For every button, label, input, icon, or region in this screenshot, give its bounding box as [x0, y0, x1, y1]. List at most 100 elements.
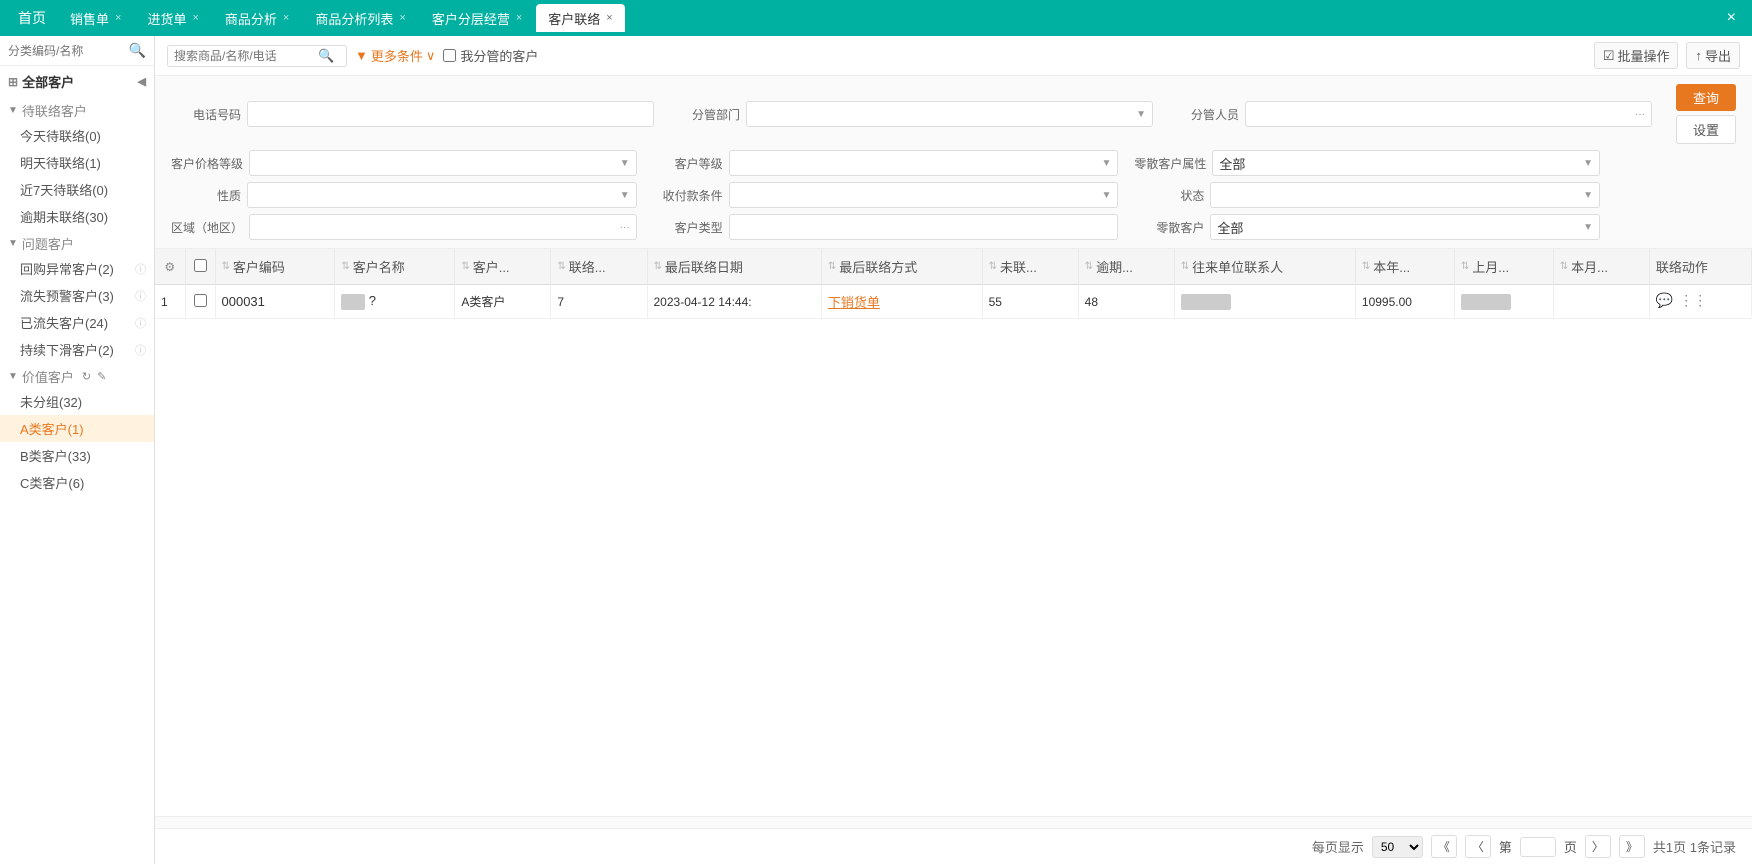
field-manager-input[interactable]: ··· — [1245, 101, 1652, 127]
tab-purchase[interactable]: 进货单 × — [135, 4, 210, 32]
row-last-month — [1454, 285, 1553, 319]
row-this-year: 10995.00 — [1355, 285, 1454, 319]
edit-icon[interactable]: ✎ — [97, 370, 106, 383]
my-customers-check[interactable] — [443, 49, 456, 62]
refresh-icon[interactable]: ↻ — [82, 370, 91, 383]
field-phone-input[interactable] — [247, 101, 654, 127]
tab-analysis[interactable]: 商品分析 × — [213, 4, 301, 32]
field-price-grade: 客户价格等级 ▼ — [171, 150, 637, 176]
more-action-icon[interactable]: ⋮⋮ — [1679, 292, 1707, 309]
close-tab-sales[interactable]: × — [115, 12, 121, 24]
tab-customer-contact[interactable]: 客户联络 × — [536, 4, 624, 32]
field-payment-select[interactable]: ▼ — [729, 182, 1119, 208]
per-page-select[interactable]: 50 20 100 — [1372, 836, 1423, 858]
col-sort-icon3[interactable]: ⇅ — [461, 261, 469, 272]
col-last-month: ⇅ 上月... — [1454, 249, 1553, 285]
col-sort-icon7[interactable]: ⇅ — [989, 261, 997, 272]
field-status-select[interactable]: ▼ — [1210, 182, 1600, 208]
field-nature-select[interactable]: ▼ — [247, 182, 637, 208]
col-sort-icon12[interactable]: ⇅ — [1560, 261, 1568, 272]
sidebar-item-overdue[interactable]: 逾期未联络(30) — [0, 203, 154, 230]
col-sort-icon4[interactable]: ⇅ — [557, 261, 565, 272]
field-cust-type-input[interactable] — [729, 214, 1119, 240]
main-search-icon[interactable]: 🔍 — [318, 48, 334, 64]
info-icon-2: ⓘ — [135, 315, 146, 331]
select-all-checkbox[interactable] — [194, 259, 207, 272]
all-customers-header[interactable]: ⊞ 全部客户 ◀ — [0, 66, 154, 97]
field-dept-select[interactable]: ▼ — [746, 101, 1153, 127]
field-phone: 电话号码 — [171, 101, 654, 127]
sidebar-item-churned[interactable]: 已流失客户(24) ⓘ — [0, 309, 154, 336]
sidebar-item-class-a[interactable]: A类客户(1) — [0, 415, 154, 442]
sidebar-search-icon[interactable]: 🔍 — [129, 42, 146, 59]
col-sort-icon6[interactable]: ⇅ — [828, 261, 836, 272]
close-tab-analysis-list[interactable]: × — [399, 12, 405, 24]
group-value-customers[interactable]: ▼ 价值客户 ↻ ✎ — [0, 363, 154, 388]
sidebar-item-7days[interactable]: 近7天待联络(0) — [0, 176, 154, 203]
horizontal-scrollbar[interactable] — [155, 816, 1752, 828]
close-tab-customer-segment[interactable]: × — [516, 12, 522, 24]
row-last-method[interactable]: 下销货单 — [821, 285, 982, 319]
field-nature-label: 性质 — [171, 187, 241, 204]
group-problem-customers[interactable]: ▼ 问题客户 — [0, 230, 154, 255]
page-number-input[interactable]: 1 — [1520, 837, 1556, 857]
settings-btn[interactable]: 设置 — [1676, 115, 1736, 144]
sidebar-item-repurchase[interactable]: 回购异常客户(2) ⓘ — [0, 255, 154, 282]
sidebar-item-class-c[interactable]: C类客户(6) — [0, 469, 154, 496]
tab-analysis-list[interactable]: 商品分析列表 × — [303, 4, 417, 32]
close-tab-analysis[interactable]: × — [283, 12, 289, 24]
sidebar-item-declining[interactable]: 持续下滑客户(2) ⓘ — [0, 336, 154, 363]
first-page-btn[interactable]: 《 — [1431, 835, 1457, 858]
col-sort-icon10[interactable]: ⇅ — [1362, 261, 1370, 272]
query-btn[interactable]: 查询 — [1676, 84, 1736, 111]
last-month-block — [1461, 294, 1511, 310]
more-filters-btn[interactable]: ▼ 更多条件 ∨ — [355, 46, 435, 65]
sidebar-item-class-b[interactable]: B类客户(33) — [0, 442, 154, 469]
batch-op-btn[interactable]: ☑ 批量操作 — [1594, 42, 1679, 69]
export-btn[interactable]: ↑ 导出 — [1686, 42, 1740, 69]
field-price-grade-select[interactable]: ▼ — [249, 150, 637, 176]
row-check[interactable] — [194, 294, 207, 307]
col-checkbox[interactable] — [185, 249, 215, 285]
arrow-icon8: ▼ — [1583, 222, 1593, 233]
sidebar-item-today[interactable]: 今天待联络(0) — [0, 122, 154, 149]
field-customer-grade-label: 客户等级 — [653, 155, 723, 172]
row-checkbox[interactable] — [185, 285, 215, 319]
home-tab[interactable]: 首页 — [8, 8, 56, 28]
col-sort-icon2[interactable]: ⇅ — [341, 261, 349, 272]
tab-sales[interactable]: 销售单 × — [58, 4, 133, 32]
col-sort-icon5[interactable]: ⇅ — [654, 261, 662, 272]
sidebar-item-tomorrow[interactable]: 明天待联络(1) — [0, 149, 154, 176]
next-page-btn[interactable]: 〉 — [1585, 835, 1611, 858]
sidebar-item-churn-warning[interactable]: 流失预警客户(3) ⓘ — [0, 282, 154, 309]
field-region-input[interactable]: ··· — [249, 214, 637, 240]
col-sort-icon[interactable]: ⇅ — [222, 261, 230, 272]
close-tab-purchase[interactable]: × — [192, 12, 198, 24]
main-search-input[interactable] — [174, 49, 314, 63]
col-settings[interactable]: ⚙ — [155, 249, 185, 285]
close-all-tabs[interactable]: × — [1719, 5, 1744, 31]
group-pending-contact[interactable]: ▼ 待联络客户 — [0, 97, 154, 122]
sidebar-search-input[interactable] — [8, 44, 125, 58]
my-customers-checkbox[interactable]: 我分管的客户 — [443, 46, 538, 65]
group-triangle-icon: ▼ — [8, 105, 18, 116]
sidebar-item-unclassified[interactable]: 未分组(32) — [0, 388, 154, 415]
col-name: ⇅ 客户名称 — [335, 249, 455, 285]
col-sort-icon11[interactable]: ⇅ — [1461, 261, 1469, 272]
last-page-btn[interactable]: 》 — [1619, 835, 1645, 858]
col-sort-icon8[interactable]: ⇅ — [1085, 261, 1093, 272]
toolbar-right: ☑ 批量操作 ↑ 导出 — [1594, 42, 1740, 69]
field-customer-grade-select[interactable]: ▼ — [729, 150, 1119, 176]
field-retail-cust-select[interactable]: 全部▼ — [1210, 214, 1600, 240]
col-sort-icon9[interactable]: ⇅ — [1181, 261, 1189, 272]
close-tab-customer-contact[interactable]: × — [606, 12, 612, 24]
filter-bar: 🔍 ▼ 更多条件 ∨ 我分管的客户 ☑ 批量操作 ↑ 导出 — [155, 36, 1752, 76]
tab-customer-segment[interactable]: 客户分层经营 × — [420, 4, 534, 32]
chat-icon[interactable]: 💬 — [1656, 292, 1673, 309]
field-retail-attr-select[interactable]: 全部▼ — [1212, 150, 1600, 176]
prev-page-btn[interactable]: 〈 — [1465, 835, 1491, 858]
col-this-year: ⇅ 本年... — [1355, 249, 1454, 285]
last-method-link[interactable]: 下销货单 — [828, 295, 880, 310]
col-unit-contact: ⇅ 往来单位联系人 — [1174, 249, 1355, 285]
collapse-icon: ◀ — [138, 75, 146, 88]
